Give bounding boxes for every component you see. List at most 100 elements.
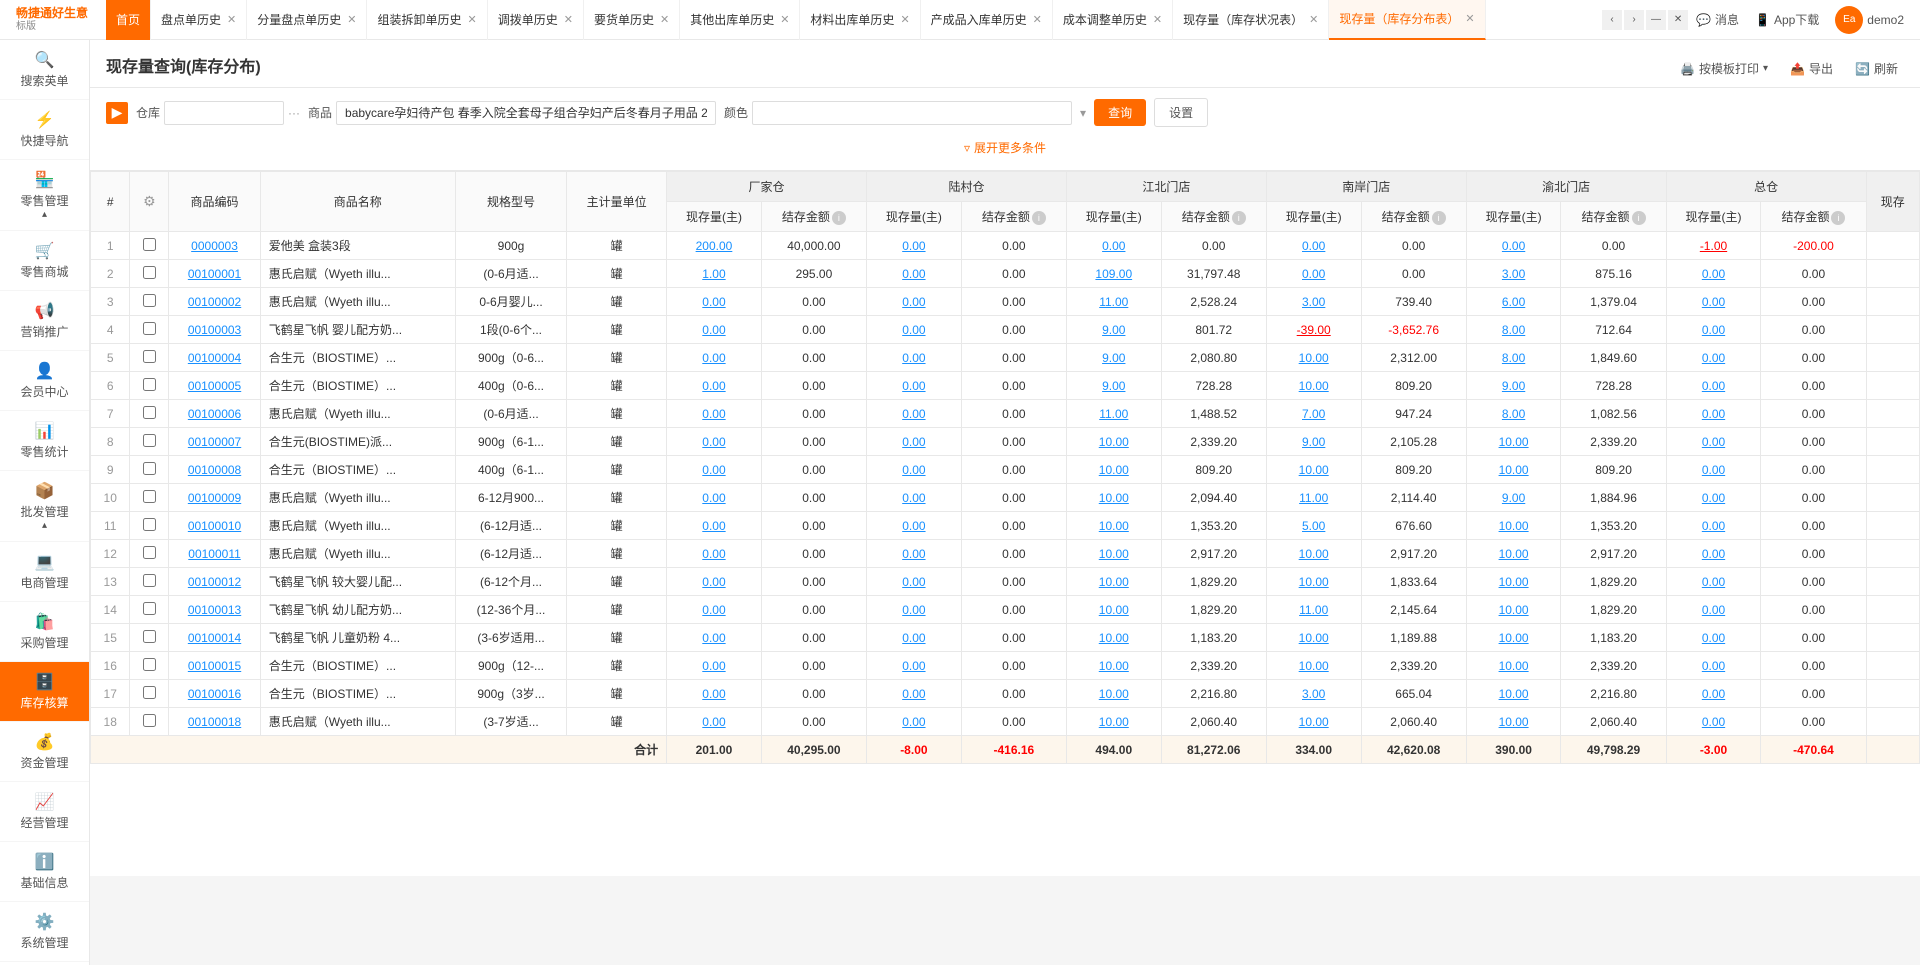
na-qty[interactable]: 5.00 [1266,512,1361,540]
close-tab-0[interactable]: ✕ [227,13,236,26]
l-qty[interactable]: 0.00 [867,260,962,288]
tab-2[interactable]: 组装拆卸单历史✕ [367,0,487,40]
na-qty[interactable]: 10.00 [1266,344,1361,372]
close-tab-10[interactable]: ✕ [1465,12,1474,25]
tab-4[interactable]: 要货单历史✕ [584,0,680,40]
l-qty[interactable]: 0.00 [867,316,962,344]
l-qty[interactable]: 0.00 [867,652,962,680]
na-qty[interactable]: 9.00 [1266,428,1361,456]
product-code[interactable]: 00100011 [169,540,260,568]
f-qty[interactable]: 0.00 [667,568,762,596]
t-qty[interactable]: 0.00 [1666,288,1761,316]
jb-qty[interactable]: 10.00 [1066,680,1161,708]
info-icon-5[interactable]: i [1632,211,1646,225]
jb-qty[interactable]: 10.00 [1066,456,1161,484]
tab-10[interactable]: 现存量（库存分布表）✕ [1329,0,1485,40]
yb-qty[interactable]: 10.00 [1466,680,1561,708]
tab-8[interactable]: 成本调整单历史✕ [1053,0,1173,40]
row-checkbox[interactable] [143,294,156,307]
tab-home[interactable]: 首页 [106,0,151,40]
yb-qty[interactable]: 0.00 [1466,232,1561,260]
yb-qty[interactable]: 10.00 [1466,428,1561,456]
l-qty[interactable]: 0.00 [867,708,962,736]
sidebar-item-1[interactable]: ⚡快捷导航 [0,100,89,160]
t-qty[interactable]: 0.00 [1666,400,1761,428]
print-btn[interactable]: 🖨️ 按模板打印 ▾ [1674,56,1774,81]
scroll-right-btn[interactable]: › [1624,10,1644,30]
user-menu-btn[interactable]: Ea demo2 [1835,6,1904,34]
product-code[interactable]: 00100005 [169,372,260,400]
sidebar-item-14[interactable]: ⚙️系统管理 [0,902,89,962]
jb-qty[interactable]: 0.00 [1066,232,1161,260]
yb-qty[interactable]: 10.00 [1466,568,1561,596]
row-checkbox[interactable] [143,602,156,615]
f-qty[interactable]: 0.00 [667,540,762,568]
jb-qty[interactable]: 9.00 [1066,372,1161,400]
close-window-btn[interactable]: ✕ [1668,10,1688,30]
row-checkbox[interactable] [143,462,156,475]
close-tab-1[interactable]: ✕ [347,13,356,26]
t-qty[interactable]: 0.00 [1666,512,1761,540]
sidebar-item-7[interactable]: 📦批发管理▴ [0,471,89,542]
l-qty[interactable]: 0.00 [867,596,962,624]
t-qty[interactable]: 0.00 [1666,260,1761,288]
minimize-btn[interactable]: — [1646,10,1666,30]
scroll-left-btn[interactable]: ‹ [1602,10,1622,30]
na-qty[interactable]: 3.00 [1266,680,1361,708]
jb-qty[interactable]: 11.00 [1066,400,1161,428]
sidebar-item-3[interactable]: 🛒零售商城 [0,231,89,291]
product-code[interactable]: 00100018 [169,708,260,736]
product-code[interactable]: 00100016 [169,680,260,708]
row-checkbox[interactable] [143,546,156,559]
info-icon-2[interactable]: i [1032,211,1046,225]
close-tab-3[interactable]: ✕ [564,13,573,26]
na-qty[interactable]: 7.00 [1266,400,1361,428]
row-checkbox[interactable] [143,322,156,335]
jb-qty[interactable]: 109.00 [1066,260,1161,288]
na-qty[interactable]: 10.00 [1266,540,1361,568]
sidebar-item-8[interactable]: 💻电商管理 [0,542,89,602]
l-qty[interactable]: 0.00 [867,232,962,260]
tab-5[interactable]: 其他出库单历史✕ [680,0,800,40]
color-dropdown-icon[interactable]: ▾ [1080,106,1086,120]
warehouse-dots-btn[interactable]: ··· [288,106,300,120]
info-icon-4[interactable]: i [1432,211,1446,225]
product-code[interactable]: 00100012 [169,568,260,596]
f-qty[interactable]: 0.00 [667,400,762,428]
jb-qty[interactable]: 9.00 [1066,316,1161,344]
setting-btn[interactable]: 设置 [1154,98,1208,127]
yb-qty[interactable]: 10.00 [1466,540,1561,568]
yb-qty[interactable]: 9.00 [1466,484,1561,512]
jb-qty[interactable]: 10.00 [1066,708,1161,736]
close-tab-7[interactable]: ✕ [1033,13,1042,26]
row-checkbox[interactable] [143,574,156,587]
na-qty[interactable]: 10.00 [1266,708,1361,736]
t-qty[interactable]: 0.00 [1666,624,1761,652]
product-code[interactable]: 00100002 [169,288,260,316]
yb-qty[interactable]: 10.00 [1466,596,1561,624]
yb-qty[interactable]: 10.00 [1466,652,1561,680]
product-code[interactable]: 00100009 [169,484,260,512]
product-code[interactable]: 00100010 [169,512,260,540]
jb-qty[interactable]: 10.00 [1066,484,1161,512]
info-icon-3[interactable]: i [1232,211,1246,225]
product-code[interactable]: 00100013 [169,596,260,624]
t-qty[interactable]: 0.00 [1666,316,1761,344]
warehouse-input[interactable] [164,101,284,125]
row-checkbox[interactable] [143,350,156,363]
f-qty[interactable]: 0.00 [667,512,762,540]
message-btn[interactable]: 💬 消息 [1696,11,1739,28]
t-qty[interactable]: 0.00 [1666,372,1761,400]
expand-conditions-btn[interactable]: ▿ 展开更多条件 [106,135,1904,160]
yb-qty[interactable]: 10.00 [1466,456,1561,484]
row-checkbox[interactable] [143,490,156,503]
yb-qty[interactable]: 8.00 [1466,316,1561,344]
l-qty[interactable]: 0.00 [867,372,962,400]
sidebar-item-0[interactable]: 🔍搜索英单 [0,40,89,100]
product-code[interactable]: 00100004 [169,344,260,372]
l-qty[interactable]: 0.00 [867,568,962,596]
close-tab-5[interactable]: ✕ [780,13,789,26]
jb-qty[interactable]: 9.00 [1066,344,1161,372]
l-qty[interactable]: 0.00 [867,456,962,484]
l-qty[interactable]: 0.00 [867,400,962,428]
